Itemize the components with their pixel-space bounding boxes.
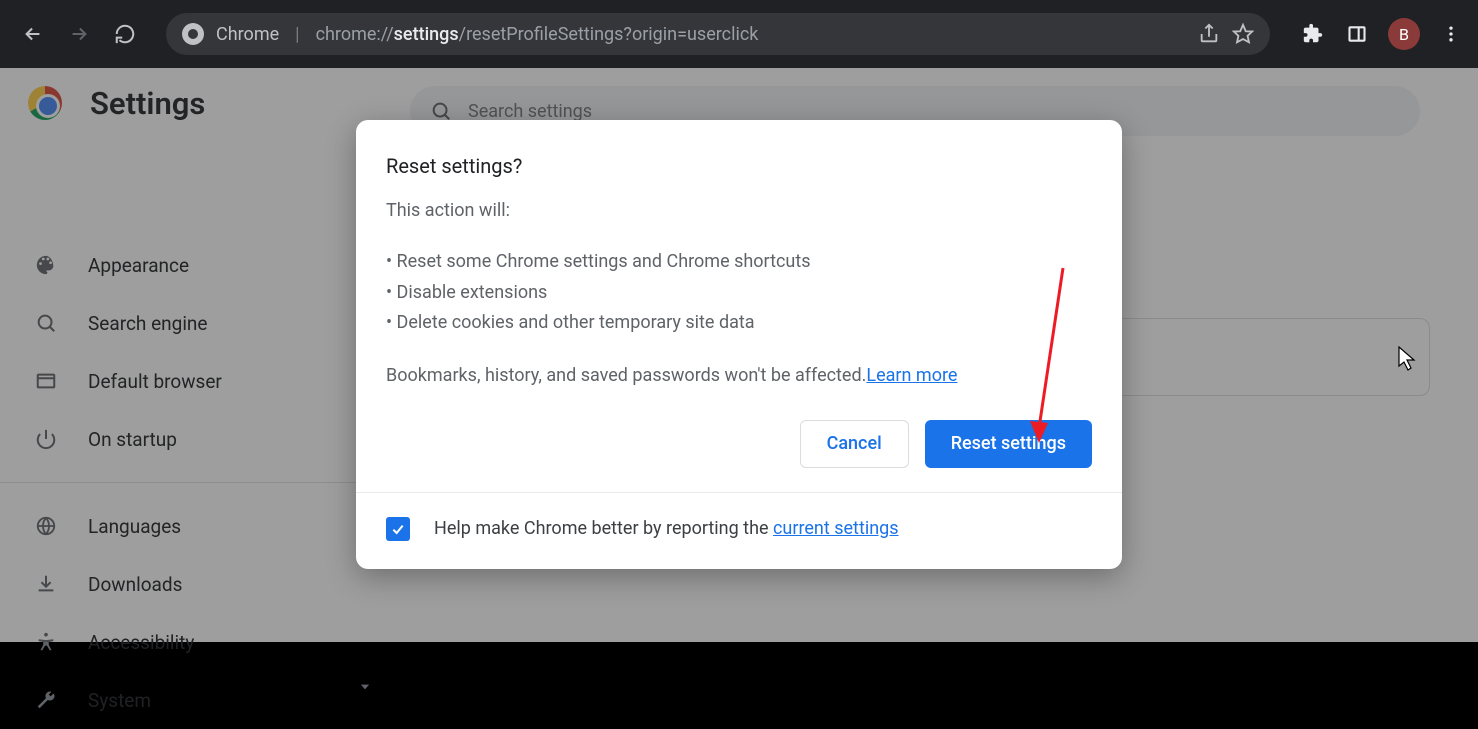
address-site-label: Chrome [216,24,279,45]
current-settings-link[interactable]: current settings [773,518,899,539]
arrow-right-icon [68,23,90,45]
dialog-bullet-list: • Reset some Chrome settings and Chrome … [386,247,1092,339]
report-settings-checkbox[interactable] [386,517,410,541]
dialog-lead-text: This action will: [386,200,1092,221]
cancel-button[interactable]: Cancel [800,420,909,468]
chevron-down-icon[interactable] [358,680,372,694]
back-button[interactable] [14,15,52,53]
star-icon[interactable] [1232,23,1254,45]
dialog-footer-text: Help make Chrome better by reporting the… [434,518,899,539]
profile-avatar[interactable]: B [1388,18,1420,50]
dialog-note: Bookmarks, history, and saved passwords … [386,365,1092,386]
forward-button[interactable] [60,15,98,53]
address-bar[interactable]: Chrome | chrome://settings/resetProfileS… [166,13,1270,55]
share-icon[interactable] [1198,23,1220,45]
dialog-bullet: • Reset some Chrome settings and Chrome … [386,247,1092,278]
reset-settings-button[interactable]: Reset settings [925,420,1092,468]
sidepanel-icon[interactable] [1344,21,1370,47]
sidebar-item-label: System [88,689,151,712]
browser-toolbar: Chrome | chrome://settings/resetProfileS… [0,0,1478,68]
check-icon [390,521,406,537]
arrow-left-icon [22,23,44,45]
dialog-bullet: • Delete cookies and other temporary sit… [386,308,1092,339]
reset-settings-dialog: Reset settings? This action will: • Rese… [356,120,1122,569]
dialog-title: Reset settings? [386,154,1092,178]
address-separator: | [295,24,299,45]
dialog-bullet: • Disable extensions [386,278,1092,309]
kebab-menu-icon[interactable] [1438,21,1464,47]
reload-icon [114,23,136,45]
dialog-footer: Help make Chrome better by reporting the… [356,492,1122,569]
toolbar-right: B [1300,18,1464,50]
page-content: Settings Appearance Search engine Defaul… [0,68,1478,642]
site-info-icon[interactable] [182,23,204,45]
extensions-icon[interactable] [1300,21,1326,47]
address-url: chrome://settings/resetProfileSettings?o… [316,24,759,45]
reload-button[interactable] [106,15,144,53]
wrench-icon [34,689,58,711]
dialog-actions: Cancel Reset settings [386,420,1092,468]
sidebar-item-system[interactable]: System [0,671,370,729]
learn-more-link[interactable]: Learn more [866,365,957,386]
